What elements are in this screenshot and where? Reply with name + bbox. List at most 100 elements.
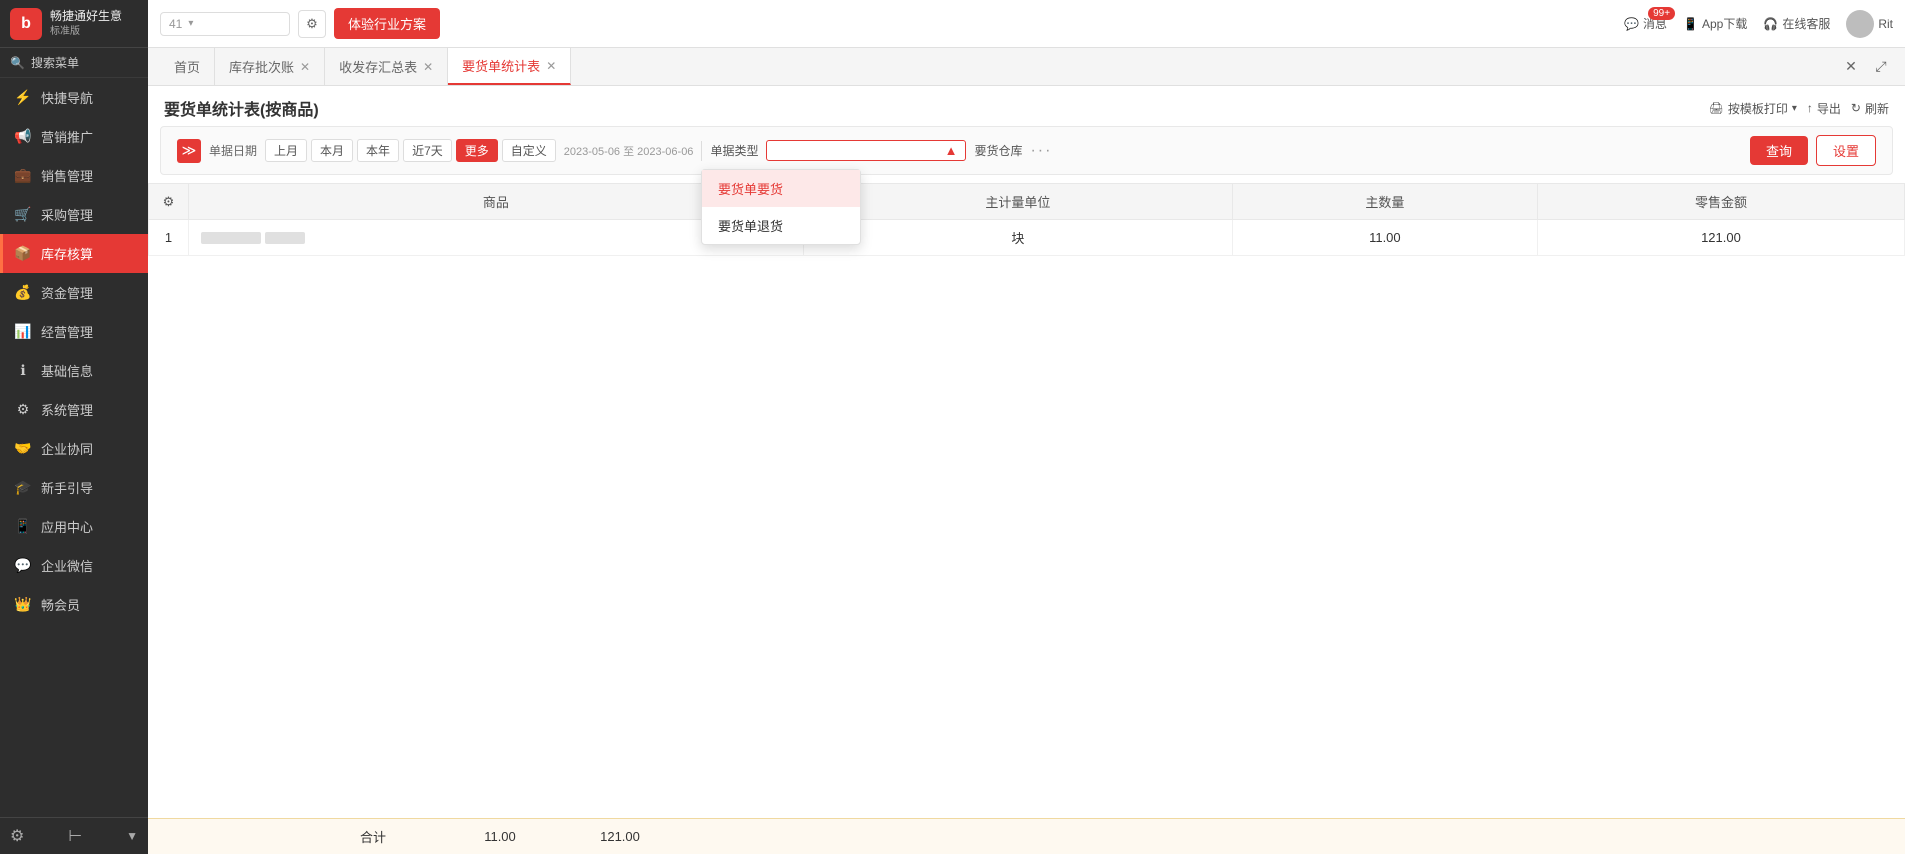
nav-icon: 📱 bbox=[13, 518, 33, 535]
online-service-button[interactable]: 🎧 在线客服 bbox=[1763, 15, 1830, 32]
nav-item-企业微信[interactable]: 💬 企业微信 bbox=[0, 546, 148, 585]
nav-label: 企业协同 bbox=[41, 439, 93, 458]
nav-icon: ℹ bbox=[13, 362, 33, 379]
settings-icon[interactable]: ⚙ bbox=[10, 826, 24, 846]
table-head: ⚙ 商品 主计量单位 主数量 零售金额 bbox=[149, 184, 1905, 220]
col-settings[interactable]: ⚙ bbox=[149, 184, 189, 220]
nav-item-销售管理[interactable]: 💼 销售管理 bbox=[0, 156, 148, 195]
gear-button[interactable]: ⚙ bbox=[298, 10, 326, 38]
app-download-button[interactable]: 📱 App下载 bbox=[1683, 15, 1747, 32]
message-badge: 99+ bbox=[1648, 7, 1675, 20]
date-label: 单据日期 bbox=[209, 142, 257, 159]
sidebar-footer: ⚙ ⊢ ▼ bbox=[0, 817, 148, 854]
nav-icon: ⚙ bbox=[13, 401, 33, 418]
refresh-button[interactable]: ↻ 刷新 bbox=[1851, 100, 1889, 117]
table-wrap: ⚙ 商品 主计量单位 主数量 零售金额 1 块 11.00 bbox=[148, 183, 1905, 818]
headset-icon: 🎧 bbox=[1763, 17, 1778, 31]
nav-item-新手引导[interactable]: 🎓 新手引导 bbox=[0, 468, 148, 507]
data-table: ⚙ 商品 主计量单位 主数量 零售金额 1 块 11.00 bbox=[148, 183, 1905, 256]
refresh-icon: ↻ bbox=[1851, 101, 1861, 115]
nav-item-经营管理[interactable]: 📊 经营管理 bbox=[0, 312, 148, 351]
nav-item-畅会员[interactable]: 👑 畅会员 bbox=[0, 585, 148, 624]
nav-label: 营销推广 bbox=[41, 127, 93, 146]
sidebar-nav: ⚡ 快捷导航 📢 营销推广 💼 销售管理 🛒 采购管理 📦 库存核算 💰 资金管… bbox=[0, 78, 148, 817]
print-template-button[interactable]: 🖨 按模板打印 ▾ bbox=[1709, 100, 1797, 117]
tab-close-icon[interactable]: ✕ bbox=[300, 60, 310, 74]
query-button[interactable]: 查询 bbox=[1750, 136, 1808, 165]
nav-item-营销推广[interactable]: 📢 营销推广 bbox=[0, 117, 148, 156]
tab-收发存汇总表[interactable]: 收发存汇总表✕ bbox=[325, 48, 448, 85]
tab-要货单统计表[interactable]: 要货单统计表✕ bbox=[448, 48, 571, 85]
nav-icon: 📢 bbox=[13, 128, 33, 145]
last-7days-btn[interactable]: 近7天 bbox=[403, 139, 452, 162]
tab-首页[interactable]: 首页 bbox=[160, 48, 215, 85]
nav-label: 库存核算 bbox=[41, 244, 93, 263]
nav-label: 新手引导 bbox=[41, 478, 93, 497]
user-avatar[interactable]: Rit bbox=[1846, 10, 1893, 38]
message-button[interactable]: 💬 消息 99+ bbox=[1624, 15, 1667, 32]
col-quantity: 主数量 bbox=[1232, 184, 1537, 220]
total-label: 合计 bbox=[360, 827, 440, 846]
sidebar-scroll-down[interactable]: ▼ bbox=[126, 829, 138, 843]
warehouse-more-icon[interactable]: ··· bbox=[1030, 142, 1052, 160]
sidebar-header: b 畅捷通好生意 标准版 bbox=[0, 0, 148, 48]
nav-item-应用中心[interactable]: 📱 应用中心 bbox=[0, 507, 148, 546]
tabs-bar: 首页库存批次账✕收发存汇总表✕要货单统计表✕ ✕ ⤢ bbox=[148, 48, 1905, 86]
trial-button[interactable]: 体验行业方案 bbox=[334, 8, 440, 39]
tab-close-icon[interactable]: ✕ bbox=[423, 60, 433, 74]
this-year-btn[interactable]: 本年 bbox=[357, 139, 399, 162]
tab-label: 库存批次账 bbox=[229, 57, 294, 76]
nav-item-资金管理[interactable]: 💰 资金管理 bbox=[0, 273, 148, 312]
custom-date-btn[interactable]: 自定义 bbox=[502, 139, 556, 162]
message-icon: 💬 bbox=[1624, 17, 1639, 31]
nav-icon: 🛒 bbox=[13, 206, 33, 223]
sidebar-toggle[interactable]: ⊢ bbox=[68, 826, 82, 846]
this-month-btn[interactable]: 本月 bbox=[311, 139, 353, 162]
type-text-input[interactable] bbox=[775, 144, 940, 158]
nav-item-快捷导航[interactable]: ⚡ 快捷导航 bbox=[0, 78, 148, 117]
page-content: 要货单统计表(按商品) 🖨 按模板打印 ▾ ↑ 导出 ↻ 刷新 ≫ bbox=[148, 86, 1905, 854]
type-input[interactable]: ▲ bbox=[766, 140, 966, 161]
nav-label: 经营管理 bbox=[41, 322, 93, 341]
more-dates-btn[interactable]: 更多 bbox=[456, 139, 498, 162]
search-icon: 🔍 bbox=[10, 56, 25, 70]
nav-icon: 💼 bbox=[13, 167, 33, 184]
chevron-down-icon: ▾ bbox=[1792, 103, 1797, 114]
nav-item-系统管理[interactable]: ⚙ 系统管理 bbox=[0, 390, 148, 429]
close-all-tabs-button[interactable]: ✕ bbox=[1839, 55, 1863, 79]
nav-label: 快捷导航 bbox=[41, 88, 93, 107]
row-unit: 块 bbox=[803, 220, 1232, 256]
export-button[interactable]: ↑ 导出 bbox=[1807, 100, 1841, 117]
nav-icon: ⚡ bbox=[13, 89, 33, 106]
store-selector[interactable]: 41 ▾ bbox=[160, 12, 290, 36]
last-month-btn[interactable]: 上月 bbox=[265, 139, 307, 162]
type-dropdown: 要货单要货要货单退货 bbox=[701, 169, 861, 245]
dropdown-item[interactable]: 要货单退货 bbox=[702, 207, 860, 244]
filter-expand-button[interactable]: ≫ bbox=[177, 139, 201, 163]
nav-icon: 🤝 bbox=[13, 440, 33, 457]
type-chevron-up-icon[interactable]: ▲ bbox=[945, 143, 958, 158]
page-title: 要货单统计表(按商品) bbox=[164, 96, 319, 120]
col-amount: 零售金额 bbox=[1537, 184, 1904, 220]
nav-label: 企业微信 bbox=[41, 556, 93, 575]
page-actions: 🖨 按模板打印 ▾ ↑ 导出 ↻ 刷新 bbox=[1709, 100, 1889, 117]
brand-name: 畅捷通好生意 标准版 bbox=[50, 9, 122, 38]
tab-close-icon[interactable]: ✕ bbox=[546, 59, 556, 73]
expand-tabs-button[interactable]: ⤢ bbox=[1869, 55, 1893, 79]
tab-库存批次账[interactable]: 库存批次账 ✕ bbox=[215, 48, 325, 85]
total-amount: 121.00 bbox=[560, 829, 680, 844]
sidebar-search[interactable]: 🔍 搜索菜单 bbox=[0, 48, 148, 78]
nav-label: 系统管理 bbox=[41, 400, 93, 419]
nav-item-采购管理[interactable]: 🛒 采购管理 bbox=[0, 195, 148, 234]
nav-item-基础信息[interactable]: ℹ 基础信息 bbox=[0, 351, 148, 390]
table-body: 1 块 11.00 121.00 bbox=[149, 220, 1905, 256]
nav-item-库存核算[interactable]: 📦 库存核算 bbox=[0, 234, 148, 273]
dropdown-item[interactable]: 要货单要货 bbox=[702, 170, 860, 207]
topbar-right: 💬 消息 99+ 📱 App下载 🎧 在线客服 Rit bbox=[1624, 10, 1893, 38]
nav-item-企业协同[interactable]: 🤝 企业协同 bbox=[0, 429, 148, 468]
filter-separator bbox=[701, 141, 702, 161]
avatar-image bbox=[1846, 10, 1874, 38]
main-area: 41 ▾ ⚙ 体验行业方案 💬 消息 99+ 📱 App下载 🎧 在线客服 bbox=[148, 0, 1905, 854]
filter-settings-button[interactable]: 设置 bbox=[1816, 135, 1876, 166]
table-row: 1 块 11.00 121.00 bbox=[149, 220, 1905, 256]
